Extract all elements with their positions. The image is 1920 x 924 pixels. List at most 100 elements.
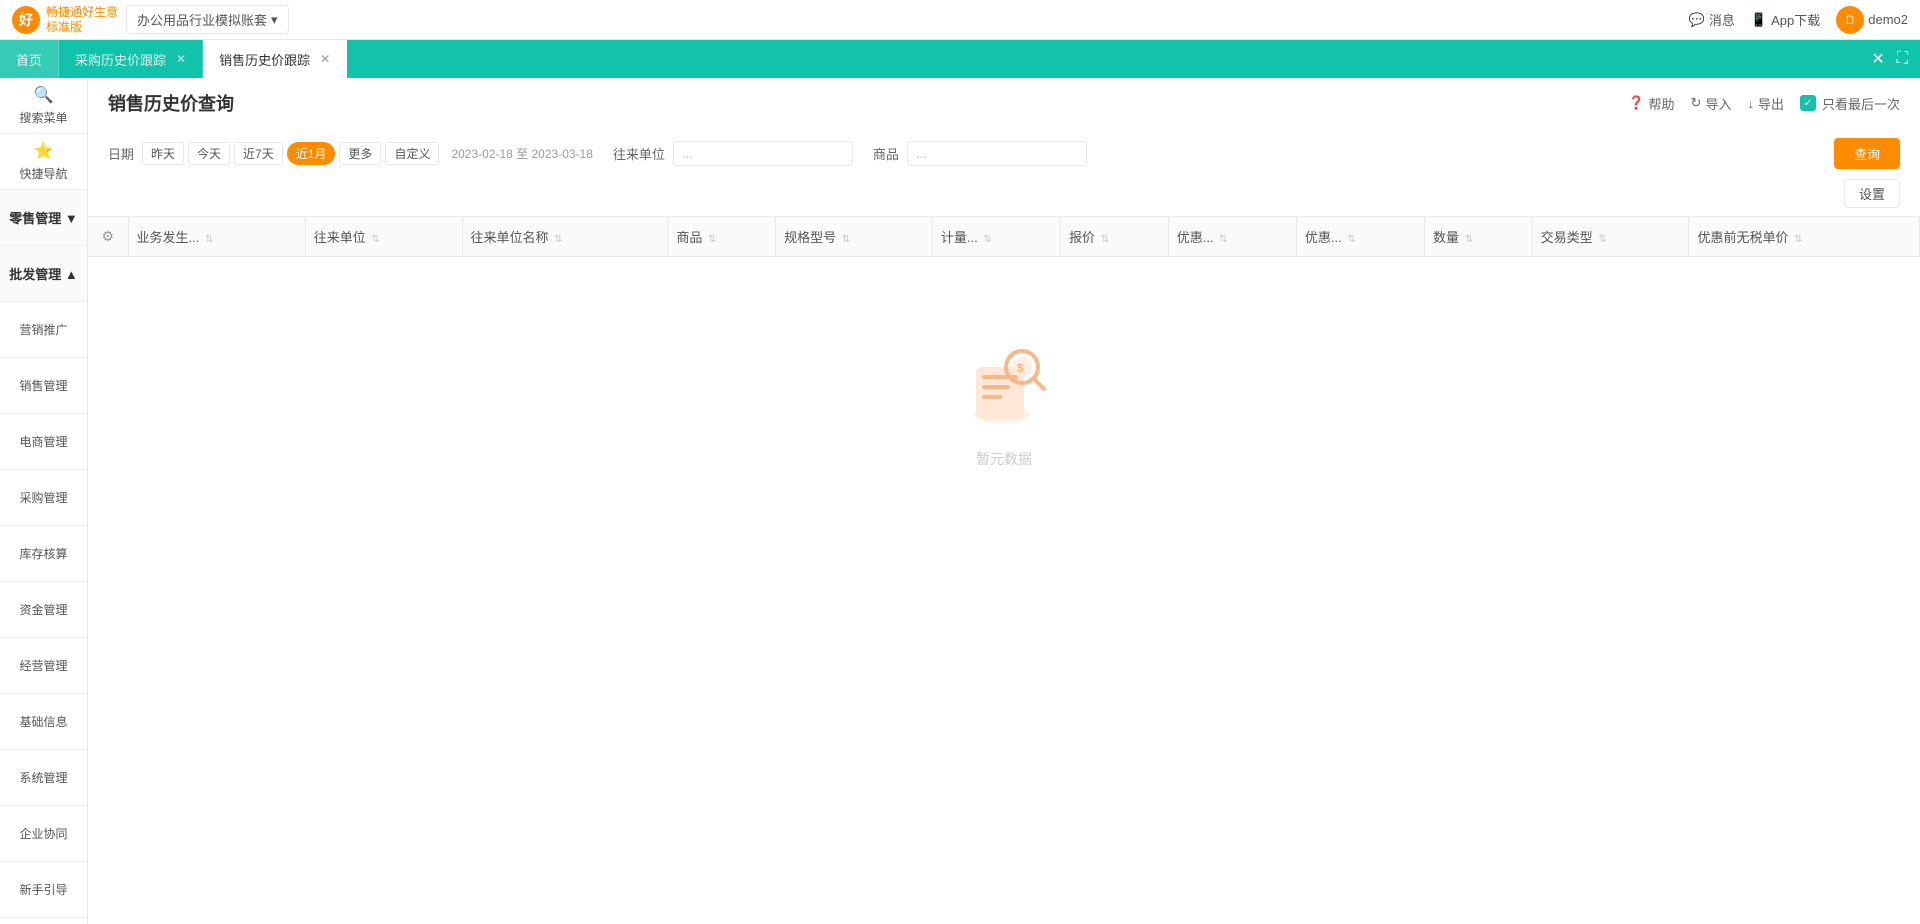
sort-icon: ⇅ [983, 234, 991, 245]
empty-state: $ 暂元数据 [88, 257, 1920, 549]
sidebar-item-wholesale[interactable]: 批发管理 ▲ [0, 246, 87, 302]
page-actions: ❓ 帮助 ↻ 导入 ↓ 导出 ✓ 只看最后一次 [1628, 94, 1900, 113]
user-profile[interactable]: D demo2 [1836, 6, 1908, 34]
search-icon: 🔍 [34, 85, 54, 105]
sidebar-item-ecommerce[interactable]: 电商管理 [0, 414, 87, 470]
sidebar-item-purchase-label: 采购管理 [19, 489, 67, 506]
col-trade-type[interactable]: 交易类型 ⇅ [1532, 217, 1689, 257]
sort-icon: ⇅ [1465, 234, 1473, 245]
col-quantity[interactable]: 数量 ⇅ [1424, 217, 1532, 257]
sort-icon: ⇅ [554, 234, 562, 245]
sidebar-item-appstore[interactable]: 应用中心 [0, 918, 87, 924]
wholesale-label: 批发管理 ▲ [9, 264, 77, 283]
sidebar-item-search[interactable]: 🔍 搜索菜单 [0, 78, 87, 134]
col-partner-code[interactable]: 往来单位 ⇅ [305, 217, 462, 257]
col-partner-name[interactable]: 往来单位名称 ⇅ [462, 217, 668, 257]
sidebar-item-system[interactable]: 系统管理 [0, 750, 87, 806]
col-spec[interactable]: 规格型号 ⇅ [776, 217, 933, 257]
col-discount1[interactable]: 优惠... ⇅ [1168, 217, 1296, 257]
import-action[interactable]: ↻ 导入 [1691, 94, 1732, 113]
page-title: 销售历史价查询 [108, 90, 234, 116]
tab-sales[interactable]: 销售历史价跟踪 ✕ [203, 40, 347, 78]
action-buttons: 查询 [1834, 138, 1900, 169]
sidebar-item-sales[interactable]: 销售管理 [0, 358, 87, 414]
settings-button[interactable]: 设置 [1844, 179, 1900, 208]
date-btn-7days[interactable]: 近7天 [234, 142, 283, 165]
chevron-down-icon: ▾ [271, 12, 278, 28]
close-all-icon[interactable]: ✕ [1871, 49, 1884, 69]
date-buttons: 昨天 今天 近7天 近1月 更多 自定义 [142, 142, 439, 165]
col-quote[interactable]: 报价 ⇅ [1061, 217, 1169, 257]
table-container: ⚙ 业务发生... ⇅ 往来单位 ⇅ 往来单位名称 ⇅ [88, 217, 1920, 924]
col-discount2[interactable]: 优惠... ⇅ [1296, 217, 1424, 257]
message-icon: 💬 [1689, 12, 1705, 28]
sidebar-item-purchase[interactable]: 采购管理 [0, 470, 87, 526]
sidebar-item-marketing[interactable]: 营销推广 [0, 302, 87, 358]
sort-icon: ⇅ [842, 234, 850, 245]
tab-bar-actions: ✕ ⛶ [1859, 49, 1920, 69]
tab-sales-close[interactable]: ✕ [320, 52, 330, 66]
retail-label: 零售管理 ▼ [9, 208, 77, 227]
sidebar-item-shortcuts-label: 快捷导航 [19, 165, 67, 182]
date-filter-group: 日期 昨天 今天 近7天 近1月 更多 自定义 2023-02-18 至 202… [108, 142, 593, 165]
sidebar-item-shortcuts[interactable]: ⭐ 快捷导航 [0, 134, 87, 190]
goods-input[interactable]: ... [907, 141, 1087, 166]
tab-purchase[interactable]: 采购历史价跟踪 ✕ [59, 40, 203, 78]
date-btn-1month[interactable]: 近1月 [287, 142, 336, 165]
sidebar-item-operations[interactable]: 经营管理 [0, 638, 87, 694]
sidebar-item-inventory[interactable]: 库存核算 [0, 526, 87, 582]
table-header: ⚙ 业务发生... ⇅ 往来单位 ⇅ 往来单位名称 ⇅ [88, 217, 1920, 257]
sidebar-item-basic[interactable]: 基础信息 [0, 694, 87, 750]
empty-illustration: $ [954, 337, 1054, 437]
sidebar-item-guide-label: 新手引导 [19, 881, 67, 898]
sort-icon: ⇅ [1101, 234, 1109, 245]
gear-icon[interactable]: ⚙ [101, 228, 114, 244]
sort-icon: ⇅ [1219, 234, 1227, 245]
main-layout: 🔍 搜索菜单 ⭐ 快捷导航 零售管理 ▼ 批发管理 ▲ 营销推广 销售管理 电商… [0, 78, 1920, 924]
logo-area: 好 畅捷通好生意 标准版 [12, 5, 118, 34]
download-icon: 📱 [1751, 12, 1767, 28]
tab-home[interactable]: 首页 [0, 40, 59, 78]
export-action[interactable]: ↓ 导出 [1747, 94, 1784, 113]
sidebar-item-enterprise[interactable]: 企业协同 [0, 806, 87, 862]
tab-purchase-close[interactable]: ✕ [176, 52, 186, 66]
partner-input[interactable]: ... [673, 141, 853, 166]
date-btn-today[interactable]: 今天 [188, 142, 230, 165]
sort-icon: ⇅ [205, 234, 213, 245]
date-btn-custom[interactable]: 自定义 [385, 142, 439, 165]
col-unit[interactable]: 计量... ⇅ [932, 217, 1060, 257]
sidebar-item-search-label: 搜索菜单 [19, 109, 67, 126]
sidebar-item-inventory-label: 库存核算 [19, 545, 67, 562]
date-btn-yesterday[interactable]: 昨天 [142, 142, 184, 165]
col-business-date[interactable]: 业务发生... ⇅ [128, 217, 305, 257]
import-icon: ↻ [1691, 95, 1702, 111]
sidebar-item-retail[interactable]: 零售管理 ▼ [0, 190, 87, 246]
app-selector[interactable]: 办公用品行业模拟账套 ▾ [126, 5, 289, 34]
message-action[interactable]: 💬 消息 [1689, 10, 1735, 29]
partner-label: 往来单位 [613, 144, 665, 163]
sort-icon: ⇅ [1347, 234, 1355, 245]
sort-icon: ⇅ [1794, 234, 1802, 245]
logo-icon: 好 [12, 6, 40, 34]
partner-input-dots: ... [682, 146, 693, 161]
sidebar-item-basic-label: 基础信息 [19, 713, 67, 730]
sidebar-item-marketing-label: 营销推广 [19, 321, 67, 338]
query-button[interactable]: 查询 [1834, 138, 1900, 169]
col-pretax-price[interactable]: 优惠前无税单价 ⇅ [1689, 217, 1920, 257]
sidebar: 🔍 搜索菜单 ⭐ 快捷导航 零售管理 ▼ 批发管理 ▲ 营销推广 销售管理 电商… [0, 78, 88, 924]
purchase-tab-label: 采购历史价跟踪 [75, 50, 166, 69]
sidebar-item-ecommerce-label: 电商管理 [19, 433, 67, 450]
app-download-action[interactable]: 📱 App下载 [1751, 10, 1820, 29]
help-action[interactable]: ❓ 帮助 [1628, 94, 1674, 113]
sort-icon: ⇅ [708, 234, 716, 245]
maximize-icon[interactable]: ⛶ [1897, 50, 1908, 68]
date-btn-more[interactable]: 更多 [339, 142, 381, 165]
sidebar-item-finance[interactable]: 资金管理 [0, 582, 87, 638]
only-last-checkbox[interactable]: ✓ 只看最后一次 [1800, 94, 1900, 113]
goods-input-dots: ... [916, 146, 927, 161]
sales-tab-label: 销售历史价跟踪 [219, 50, 310, 69]
export-icon: ↓ [1747, 96, 1754, 111]
col-goods[interactable]: 商品 ⇅ [668, 217, 776, 257]
svg-text:$: $ [1017, 361, 1024, 375]
sidebar-item-guide[interactable]: 新手引导 [0, 862, 87, 918]
